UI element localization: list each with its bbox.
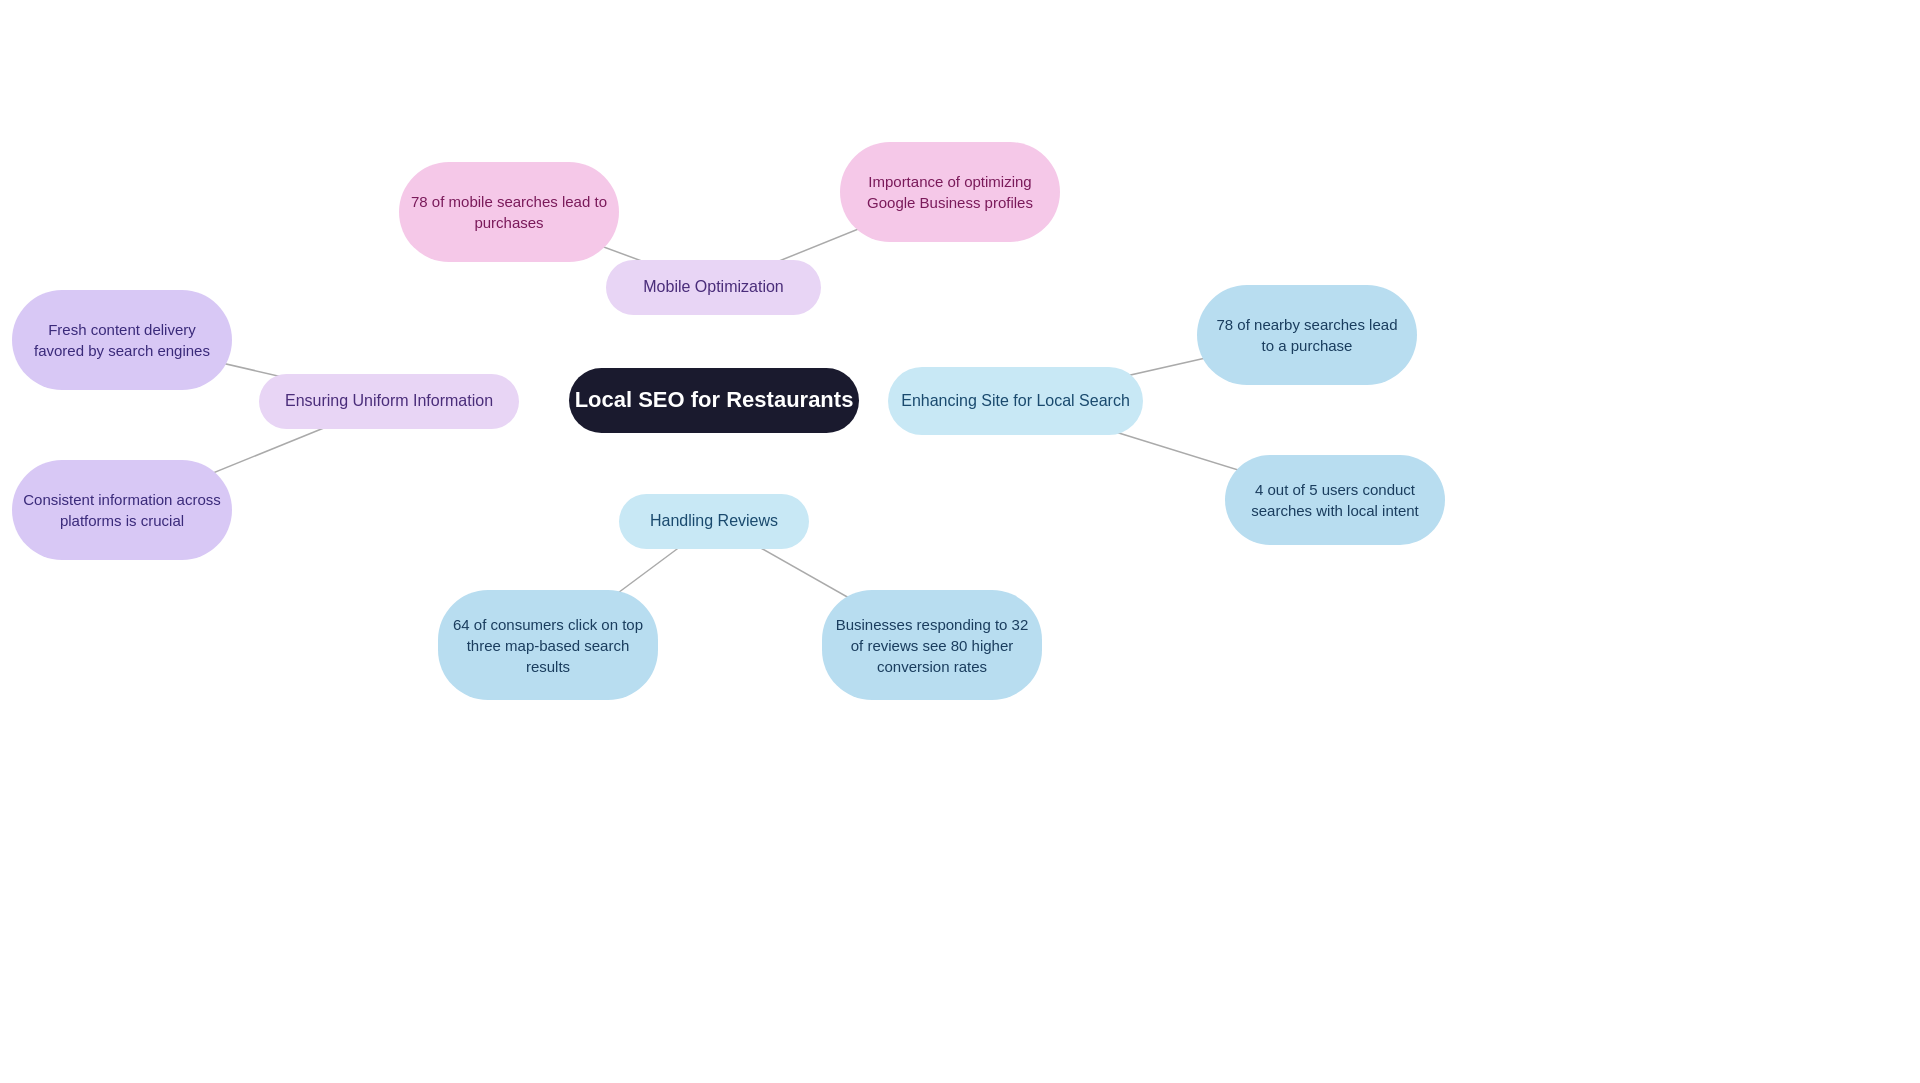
- leaf-fresh-content: Fresh content delivery favored by search…: [12, 290, 232, 390]
- branch-uniform-info: Ensuring Uniform Information: [259, 374, 519, 429]
- center-label: Local SEO for Restaurants: [575, 385, 854, 416]
- branch-label-uniform: Ensuring Uniform Information: [285, 390, 493, 412]
- leaf-local-intent: 4 out of 5 users conduct searches with l…: [1225, 455, 1445, 545]
- leaf-map-clicks: 64 of consumers click on top three map-b…: [438, 590, 658, 700]
- branch-label-local-search: Enhancing Site for Local Search: [901, 390, 1130, 412]
- leaf-label-nearby-searches: 78 of nearby searches lead to a purchase: [1209, 314, 1405, 356]
- branch-handling-reviews: Handling Reviews: [619, 494, 809, 549]
- leaf-label-local-intent: 4 out of 5 users conduct searches with l…: [1237, 479, 1433, 521]
- branch-label-reviews: Handling Reviews: [650, 510, 778, 532]
- center-node: Local SEO for Restaurants: [569, 368, 859, 433]
- leaf-label-fresh-content: Fresh content delivery favored by search…: [22, 319, 222, 361]
- leaf-label-google-business: Importance of optimizing Google Business…: [850, 171, 1050, 213]
- leaf-label-map-clicks: 64 of consumers click on top three map-b…: [450, 614, 646, 677]
- branch-mobile-optimization: Mobile Optimization: [606, 260, 821, 315]
- leaf-google-business: Importance of optimizing Google Business…: [840, 142, 1060, 242]
- leaf-label-reviews-conversion: Businesses responding to 32 of reviews s…: [834, 614, 1030, 677]
- leaf-label-mobile-stat: 78 of mobile searches lead to purchases: [409, 191, 609, 233]
- leaf-label-consistent-info: Consistent information across platforms …: [22, 489, 222, 531]
- branch-label-mobile: Mobile Optimization: [643, 276, 784, 298]
- leaf-nearby-searches: 78 of nearby searches lead to a purchase: [1197, 285, 1417, 385]
- leaf-reviews-conversion: Businesses responding to 32 of reviews s…: [822, 590, 1042, 700]
- branch-local-search: Enhancing Site for Local Search: [888, 367, 1143, 435]
- leaf-consistent-info: Consistent information across platforms …: [12, 460, 232, 560]
- leaf-mobile-stat: 78 of mobile searches lead to purchases: [399, 162, 619, 262]
